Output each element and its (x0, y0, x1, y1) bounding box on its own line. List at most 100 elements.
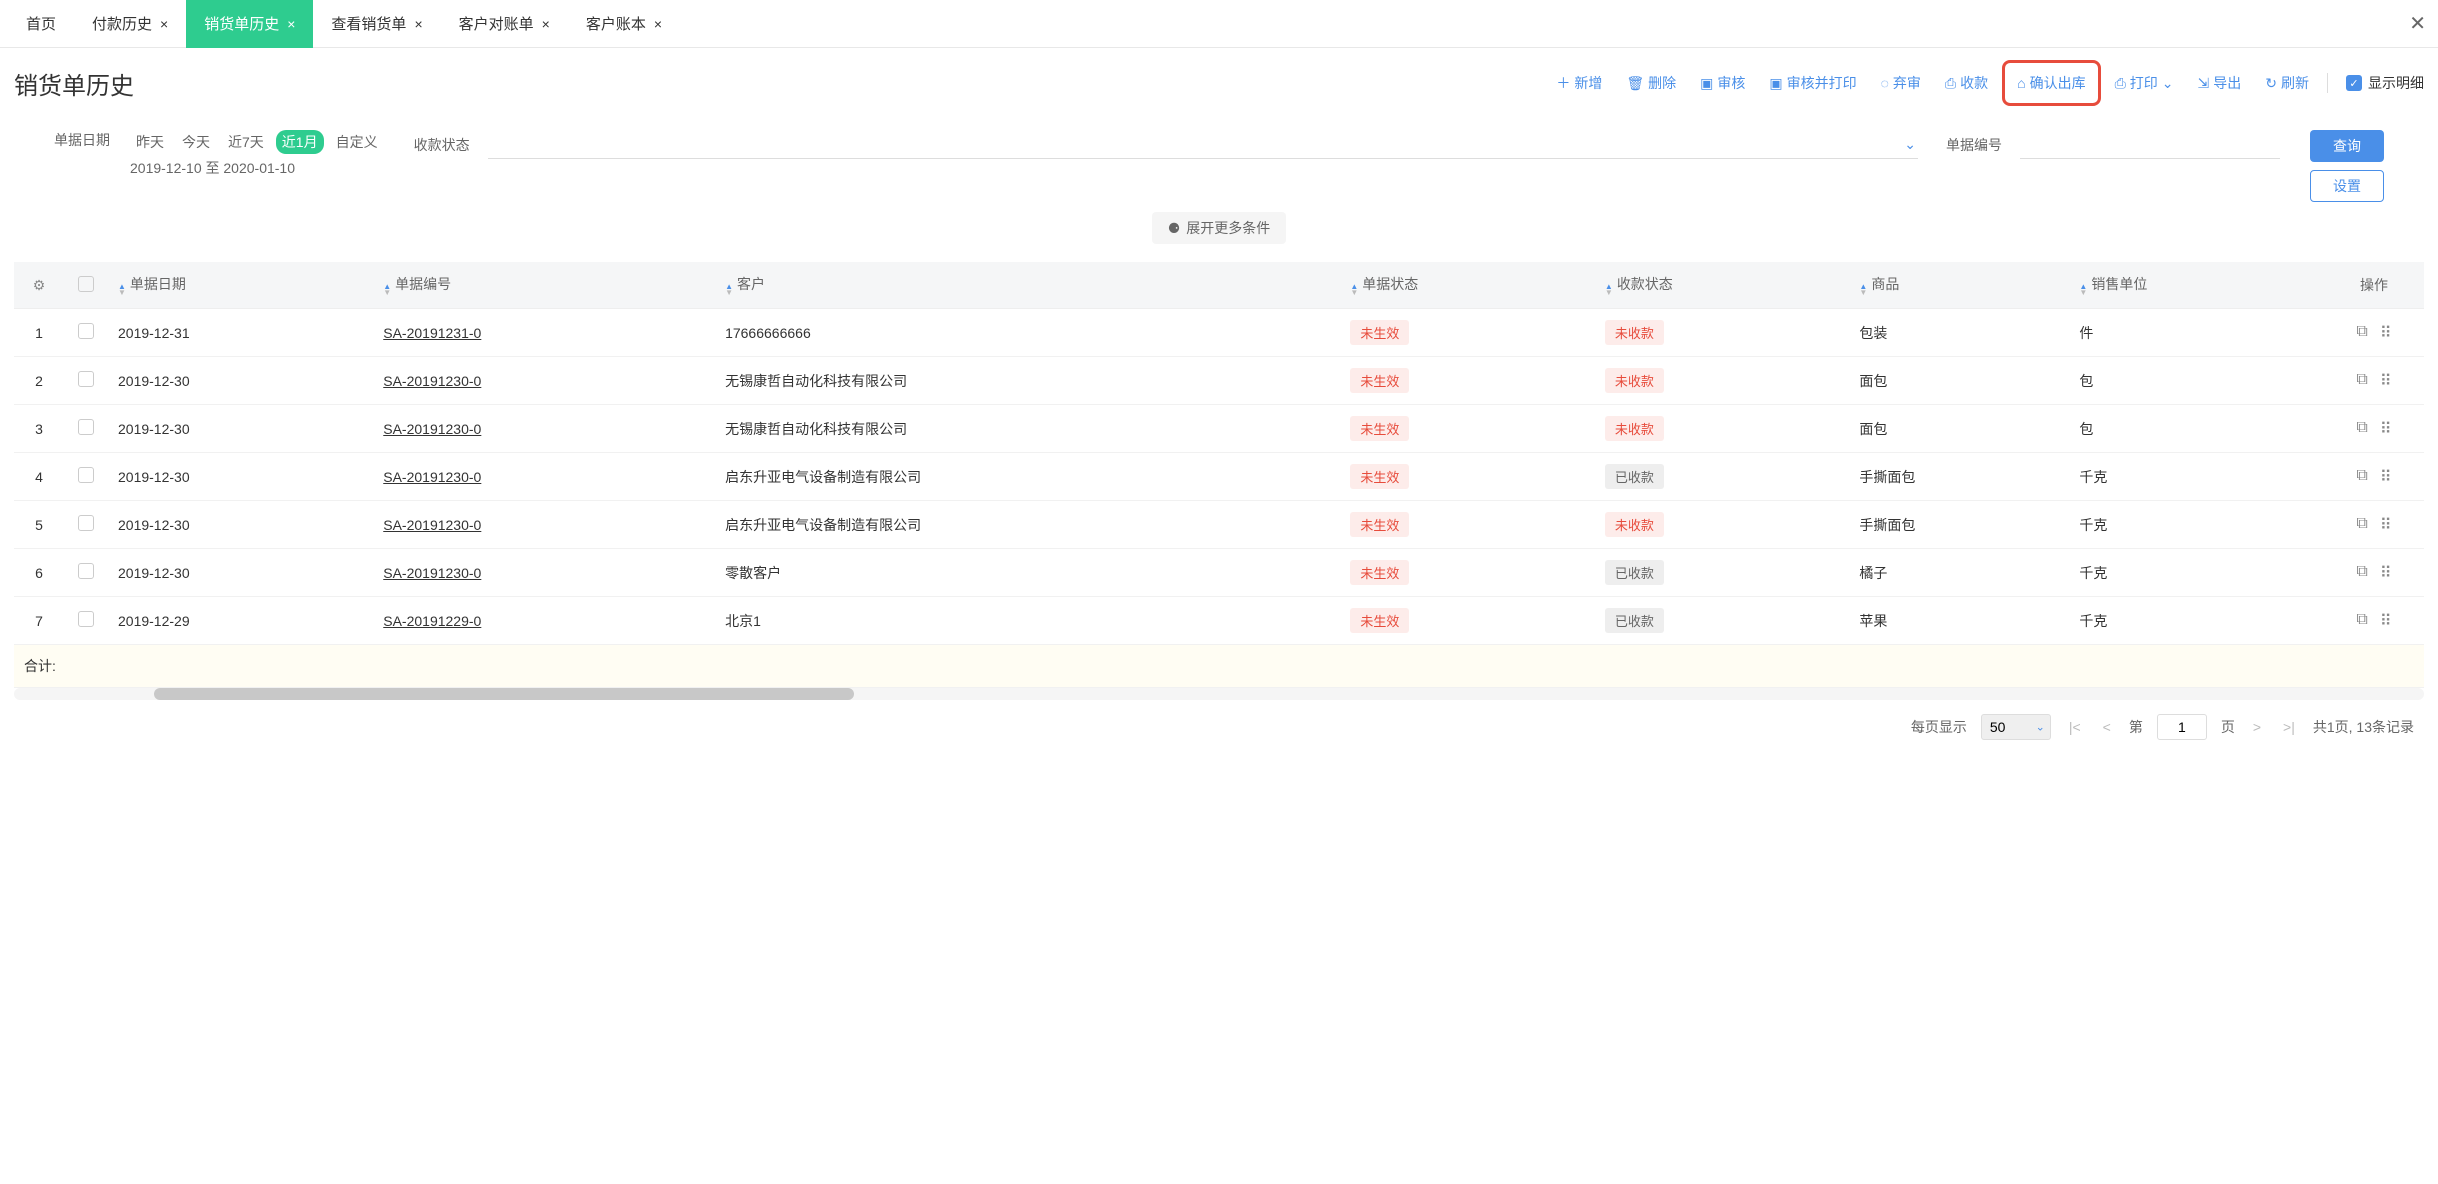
date-quick-yesterday[interactable]: 昨天 (130, 130, 170, 154)
date-quick-last-month[interactable]: 近1月 (276, 130, 324, 154)
close-all-tabs-icon[interactable]: ✕ (2409, 11, 2426, 36)
col-date[interactable]: ▲▼单据日期 (108, 262, 373, 309)
col-customer[interactable]: ▲▼客户 (715, 262, 1340, 309)
view-icon[interactable]: ⧉ (2356, 467, 2367, 487)
cell-product: 面包 (1849, 357, 2069, 405)
select-all-checkbox[interactable] (78, 276, 94, 292)
doc-status-badge: 未生效 (1350, 416, 1409, 441)
view-icon[interactable]: ⧉ (2356, 611, 2367, 631)
refresh-button[interactable]: ↻刷新 (2255, 67, 2319, 99)
cell-unit: 包 (2069, 405, 2324, 453)
close-icon[interactable]: × (654, 16, 662, 32)
filter-doc-no: 单据编号 (1946, 130, 2280, 159)
date-quick-today[interactable]: 今天 (176, 130, 216, 154)
expand-filters-button[interactable]: ⚈ 展开更多条件 (1152, 212, 1287, 244)
doc-status-badge: 未生效 (1350, 368, 1409, 393)
col-pay-status[interactable]: ▲▼收款状态 (1595, 262, 1850, 309)
tab-item[interactable]: 客户账本× (568, 0, 680, 48)
col-docno[interactable]: ▲▼单据编号 (373, 262, 715, 309)
query-button[interactable]: 查询 (2310, 130, 2384, 162)
print-icon: ⎙ (2115, 75, 2126, 92)
view-icon[interactable]: ⧉ (2356, 323, 2367, 343)
audit-button[interactable]: ▣审核 (1690, 67, 1755, 99)
more-icon[interactable]: ⠿ (2380, 323, 2392, 343)
row-checkbox[interactable] (78, 371, 94, 387)
more-icon[interactable]: ⠿ (2380, 611, 2392, 631)
summary-row: 合计: (14, 645, 2424, 688)
date-quick-custom[interactable]: 自定义 (330, 130, 384, 154)
date-quick-last7[interactable]: 近7天 (222, 130, 270, 154)
date-range-text[interactable]: 2019-12-10 至 2020-01-10 (130, 158, 384, 178)
row-checkbox[interactable] (78, 515, 94, 531)
close-icon[interactable]: × (160, 16, 168, 32)
more-icon[interactable]: ⠿ (2380, 515, 2392, 535)
payment-status-select[interactable] (488, 130, 1919, 159)
tab-item[interactable]: 销货单历史× (186, 0, 313, 48)
doc-no-link[interactable]: SA-20191230-0 (383, 469, 481, 485)
page-number-input[interactable] (2157, 714, 2207, 740)
row-checkbox[interactable] (78, 323, 94, 339)
next-page-button[interactable]: > (2249, 719, 2265, 735)
doc-no-link[interactable]: SA-20191230-0 (383, 373, 481, 389)
doc-no-link[interactable]: SA-20191230-0 (383, 517, 481, 533)
more-icon[interactable]: ⠿ (2380, 467, 2392, 487)
col-unit[interactable]: ▲▼销售单位 (2069, 262, 2324, 309)
row-index: 6 (14, 549, 64, 597)
toolbar: ＋新增 🗑删除 ▣审核 ▣审核并打印 ◌弃审 ⎙收款 ⌂确认出库 ⎙打印⌄ ⇲导… (1546, 60, 2424, 106)
col-doc-status[interactable]: ▲▼单据状态 (1340, 262, 1595, 309)
show-detail-checkbox[interactable]: ✓ 显示明细 (2346, 73, 2424, 93)
scrollbar-thumb[interactable] (154, 688, 854, 700)
tab-item[interactable]: 查看销货单× (313, 0, 440, 48)
table-row: 42019-12-30SA-20191230-0启东升亚电气设备制造有限公司未生… (14, 453, 2424, 501)
pay-status-badge: 未收款 (1605, 512, 1664, 537)
audit-print-button[interactable]: ▣审核并打印 (1759, 67, 1866, 99)
unaudit-button[interactable]: ◌弃审 (1871, 67, 1931, 99)
close-icon[interactable]: × (542, 16, 550, 32)
horizontal-scrollbar[interactable] (14, 688, 2424, 700)
row-checkbox[interactable] (78, 467, 94, 483)
more-icon[interactable]: ⠿ (2380, 563, 2392, 583)
doc-no-input[interactable] (2020, 130, 2280, 159)
close-icon[interactable]: × (414, 16, 422, 32)
settings-button[interactable]: 设置 (2310, 170, 2384, 202)
doc-no-link[interactable]: SA-20191230-0 (383, 565, 481, 581)
collect-button[interactable]: ⎙收款 (1935, 67, 1998, 99)
more-icon[interactable]: ⠿ (2380, 371, 2392, 391)
view-icon[interactable]: ⧉ (2356, 563, 2367, 583)
first-page-button[interactable]: |< (2065, 719, 2085, 735)
col-product[interactable]: ▲▼商品 (1849, 262, 2069, 309)
row-checkbox[interactable] (78, 419, 94, 435)
close-icon[interactable]: × (287, 16, 295, 32)
tab-item[interactable]: 首页 (8, 0, 74, 48)
row-index: 7 (14, 597, 64, 645)
doc-no-link[interactable]: SA-20191229-0 (383, 613, 481, 629)
row-checkbox[interactable] (78, 611, 94, 627)
view-icon[interactable]: ⧉ (2356, 371, 2367, 391)
view-icon[interactable]: ⧉ (2356, 515, 2367, 535)
add-button[interactable]: ＋新增 (1546, 67, 1612, 99)
last-page-button[interactable]: >| (2279, 719, 2299, 735)
cell-date: 2019-12-30 (108, 549, 373, 597)
doc-no-link[interactable]: SA-20191231-0 (383, 325, 481, 341)
cell-customer: 无锡康哲自动化科技有限公司 (715, 357, 1340, 405)
tab-item[interactable]: 付款历史× (74, 0, 186, 48)
pay-status-badge: 未收款 (1605, 416, 1664, 441)
export-button[interactable]: ⇲导出 (2188, 67, 2252, 99)
cell-unit: 千克 (2069, 501, 2324, 549)
more-icon[interactable]: ⠿ (2380, 419, 2392, 439)
confirm-outbound-button[interactable]: ⌂确认出库 (2002, 60, 2100, 106)
chevron-down-icon[interactable]: ⌄ (1904, 136, 1916, 153)
gear-icon[interactable]: ⚙ (33, 277, 46, 293)
row-checkbox[interactable] (78, 563, 94, 579)
cell-date: 2019-12-30 (108, 453, 373, 501)
doc-no-link[interactable]: SA-20191230-0 (383, 421, 481, 437)
page-size-select[interactable]: 50 (1981, 714, 2051, 740)
view-icon[interactable]: ⧉ (2356, 419, 2367, 439)
delete-button[interactable]: 🗑删除 (1616, 67, 1686, 99)
cell-date: 2019-12-30 (108, 405, 373, 453)
refresh-icon: ↻ (2265, 75, 2277, 92)
prev-page-button[interactable]: < (2099, 719, 2115, 735)
print-button[interactable]: ⎙打印⌄ (2105, 67, 2184, 99)
cell-date: 2019-12-30 (108, 357, 373, 405)
tab-item[interactable]: 客户对账单× (441, 0, 568, 48)
